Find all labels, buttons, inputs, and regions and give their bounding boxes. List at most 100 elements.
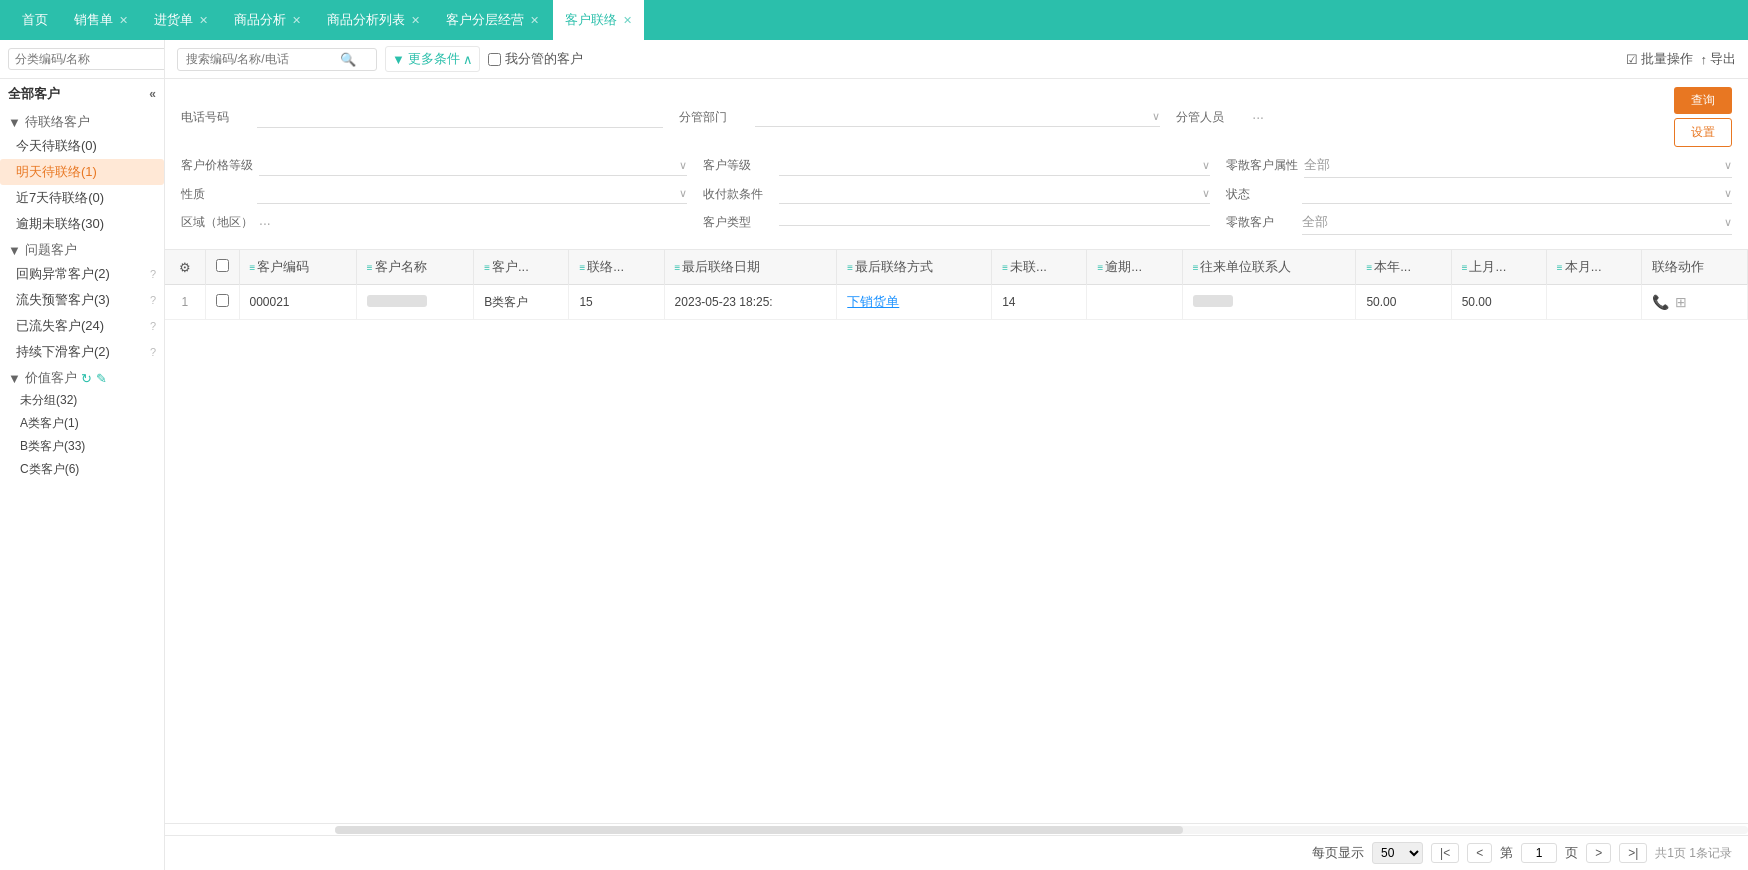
row-last-month: 50.00 bbox=[1451, 285, 1546, 320]
filter-icon: ▼ bbox=[392, 52, 405, 67]
close-icon[interactable]: ✕ bbox=[530, 14, 539, 27]
my-customers-checkbox-label[interactable]: 我分管的客户 bbox=[488, 50, 583, 68]
search-button-icon[interactable]: 🔍 bbox=[340, 52, 356, 67]
next-page-button[interactable]: > bbox=[1586, 843, 1611, 863]
col-header-last-date[interactable]: ≡最后联络日期 bbox=[664, 250, 837, 285]
row-type: B类客户 bbox=[474, 285, 569, 320]
sidebar-item-class-b[interactable]: B类客户(33) bbox=[0, 435, 164, 458]
payment-select[interactable]: ∨ bbox=[779, 184, 1209, 204]
region-dots-button[interactable]: ··· bbox=[259, 215, 271, 231]
masked-contact bbox=[1193, 295, 1233, 307]
batch-operation-button[interactable]: ☑ 批量操作 bbox=[1626, 50, 1693, 68]
row-this-month bbox=[1546, 285, 1641, 320]
person-dots-button[interactable]: ··· bbox=[1252, 109, 1264, 125]
phone-input[interactable] bbox=[257, 107, 663, 128]
help-icon[interactable]: ? bbox=[150, 294, 156, 306]
close-icon[interactable]: ✕ bbox=[411, 14, 420, 27]
sidebar-item-unclassified[interactable]: 未分组(32) bbox=[0, 389, 164, 412]
first-page-button[interactable]: |< bbox=[1431, 843, 1459, 863]
last-page-button[interactable]: >| bbox=[1619, 843, 1647, 863]
sidebar-item-class-c[interactable]: C类客户(6) bbox=[0, 458, 164, 481]
filter-payment: 收付款条件 ∨ bbox=[703, 184, 1209, 204]
main-layout: 🔍 全部客户 « ▼ 待联络客户 今天待联络(0) 明天待联络(1) 近7天待联… bbox=[0, 40, 1748, 870]
horizontal-scrollbar-thumb[interactable] bbox=[335, 826, 1183, 834]
sidebar-item-class-a[interactable]: A类客户(1) bbox=[0, 412, 164, 435]
prev-page-button[interactable]: < bbox=[1467, 843, 1492, 863]
price-level-select[interactable]: ∨ bbox=[259, 156, 687, 176]
nav-item-analysis[interactable]: 商品分析 ✕ bbox=[222, 0, 313, 40]
row-checkbox[interactable] bbox=[216, 294, 229, 307]
chevron-down-icon: ∨ bbox=[1202, 159, 1210, 172]
sidebar-item-churn-warning[interactable]: 流失预警客户(3) ? bbox=[0, 287, 164, 313]
action-phone-icon[interactable]: 📞 bbox=[1652, 294, 1669, 310]
status-select[interactable]: ∨ bbox=[1302, 184, 1732, 204]
col-header-code[interactable]: ≡客户编码 bbox=[239, 250, 356, 285]
export-button[interactable]: ↑ 导出 bbox=[1701, 50, 1737, 68]
page-number-input[interactable] bbox=[1521, 843, 1557, 863]
dept-select[interactable]: ∨ bbox=[755, 107, 1161, 127]
row-last-method[interactable]: 下销货单 bbox=[837, 285, 992, 320]
col-header-name[interactable]: ≡客户名称 bbox=[356, 250, 473, 285]
toolbar-search-box[interactable]: 🔍 bbox=[177, 48, 377, 71]
filter-more-button[interactable]: ▼ 更多条件 ∧ bbox=[385, 46, 480, 72]
action-menu-icon[interactable]: ⊞ bbox=[1675, 294, 1687, 310]
customer-level-select[interactable]: ∨ bbox=[779, 156, 1209, 176]
nav-item-analysis-list[interactable]: 商品分析列表 ✕ bbox=[315, 0, 432, 40]
select-all-checkbox[interactable] bbox=[216, 259, 229, 272]
col-header-type[interactable]: ≡客户... bbox=[474, 250, 569, 285]
filter-row-1: 电话号码 分管部门 ∨ 分管人员 ··· 查询 设置 bbox=[181, 87, 1732, 147]
customer-type-select[interactable] bbox=[779, 219, 1209, 226]
retail-attr-select[interactable]: 全部 ∨ bbox=[1304, 153, 1732, 178]
close-icon[interactable]: ✕ bbox=[199, 14, 208, 27]
sidebar-item-tomorrow[interactable]: 明天待联络(1) bbox=[0, 159, 164, 185]
help-icon[interactable]: ? bbox=[150, 346, 156, 358]
sidebar-item-repurchase-abnormal[interactable]: 回购异常客户(2) ? bbox=[0, 261, 164, 287]
sidebar-item-overdue[interactable]: 逾期未联络(30) bbox=[0, 211, 164, 237]
sidebar-item-churned[interactable]: 已流失客户(24) ? bbox=[0, 313, 164, 339]
col-header-overdue[interactable]: ≡逾期... bbox=[1087, 250, 1182, 285]
gender-select[interactable]: ∨ bbox=[257, 184, 687, 204]
page-size-select[interactable]: 50 10 20 100 bbox=[1372, 842, 1423, 864]
toolbar: 🔍 ▼ 更多条件 ∧ 我分管的客户 ☑ 批量操作 ↑ 导出 bbox=[165, 40, 1748, 79]
col-header-last-month[interactable]: ≡上月... bbox=[1451, 250, 1546, 285]
col-header-this-year[interactable]: ≡本年... bbox=[1356, 250, 1451, 285]
close-icon[interactable]: ✕ bbox=[623, 14, 632, 27]
customer-table: ⚙ ≡客户编码 ≡客户名称 ≡客户... ≡联络... ≡最后联络日期 ≡最后联… bbox=[165, 250, 1748, 320]
nav-item-customer-contact[interactable]: 客户联络 ✕ bbox=[553, 0, 644, 40]
help-icon[interactable]: ? bbox=[150, 320, 156, 332]
query-button[interactable]: 查询 bbox=[1674, 87, 1732, 114]
row-checkbox-cell[interactable] bbox=[205, 285, 239, 320]
col-header-contact-person[interactable]: ≡往来单位联系人 bbox=[1182, 250, 1356, 285]
nav-home[interactable]: 首页 bbox=[10, 0, 60, 40]
sidebar-search-input[interactable] bbox=[8, 48, 165, 70]
sort-icon: ≡ bbox=[1366, 262, 1372, 273]
edit-icon[interactable]: ✎ bbox=[96, 371, 107, 386]
col-header-this-month[interactable]: ≡本月... bbox=[1546, 250, 1641, 285]
my-customers-checkbox[interactable] bbox=[488, 53, 501, 66]
filter-customer-level: 客户等级 ∨ bbox=[703, 156, 1209, 176]
search-input[interactable] bbox=[186, 52, 336, 66]
col-header-contacts[interactable]: ≡联络... bbox=[569, 250, 664, 285]
triangle-icon: ▼ bbox=[8, 371, 21, 386]
sidebar-item-7days[interactable]: 近7天待联络(0) bbox=[0, 185, 164, 211]
row-code: 000021 bbox=[239, 285, 356, 320]
filter-panel: 电话号码 分管部门 ∨ 分管人员 ··· 查询 设置 bbox=[165, 79, 1748, 250]
sidebar-item-declining[interactable]: 持续下滑客户(2) ? bbox=[0, 339, 164, 365]
sidebar-all-customers[interactable]: 全部客户 « bbox=[0, 79, 164, 109]
col-header-last-method[interactable]: ≡最后联络方式 bbox=[837, 250, 992, 285]
nav-item-purchase[interactable]: 进货单 ✕ bbox=[142, 0, 220, 40]
chevron-up-icon: ∧ bbox=[463, 52, 473, 67]
close-icon[interactable]: ✕ bbox=[292, 14, 301, 27]
sidebar-item-today[interactable]: 今天待联络(0) bbox=[0, 133, 164, 159]
help-icon[interactable]: ? bbox=[150, 268, 156, 280]
settings-button[interactable]: 设置 bbox=[1674, 118, 1732, 147]
nav-item-sales[interactable]: 销售单 ✕ bbox=[62, 0, 140, 40]
retail-select[interactable]: 全部 ∨ bbox=[1302, 210, 1732, 235]
toolbar-right: ☑ 批量操作 ↑ 导出 bbox=[1626, 50, 1737, 68]
chevron-down-icon: ∨ bbox=[1724, 216, 1732, 229]
nav-item-customer-tier[interactable]: 客户分层经营 ✕ bbox=[434, 0, 551, 40]
close-icon[interactable]: ✕ bbox=[119, 14, 128, 27]
col-header-uncontacted[interactable]: ≡未联... bbox=[992, 250, 1087, 285]
filter-row-4: 区域（地区） ··· 客户类型 零散客户 全部 ∨ bbox=[181, 210, 1732, 235]
refresh-icon[interactable]: ↻ bbox=[81, 371, 92, 386]
